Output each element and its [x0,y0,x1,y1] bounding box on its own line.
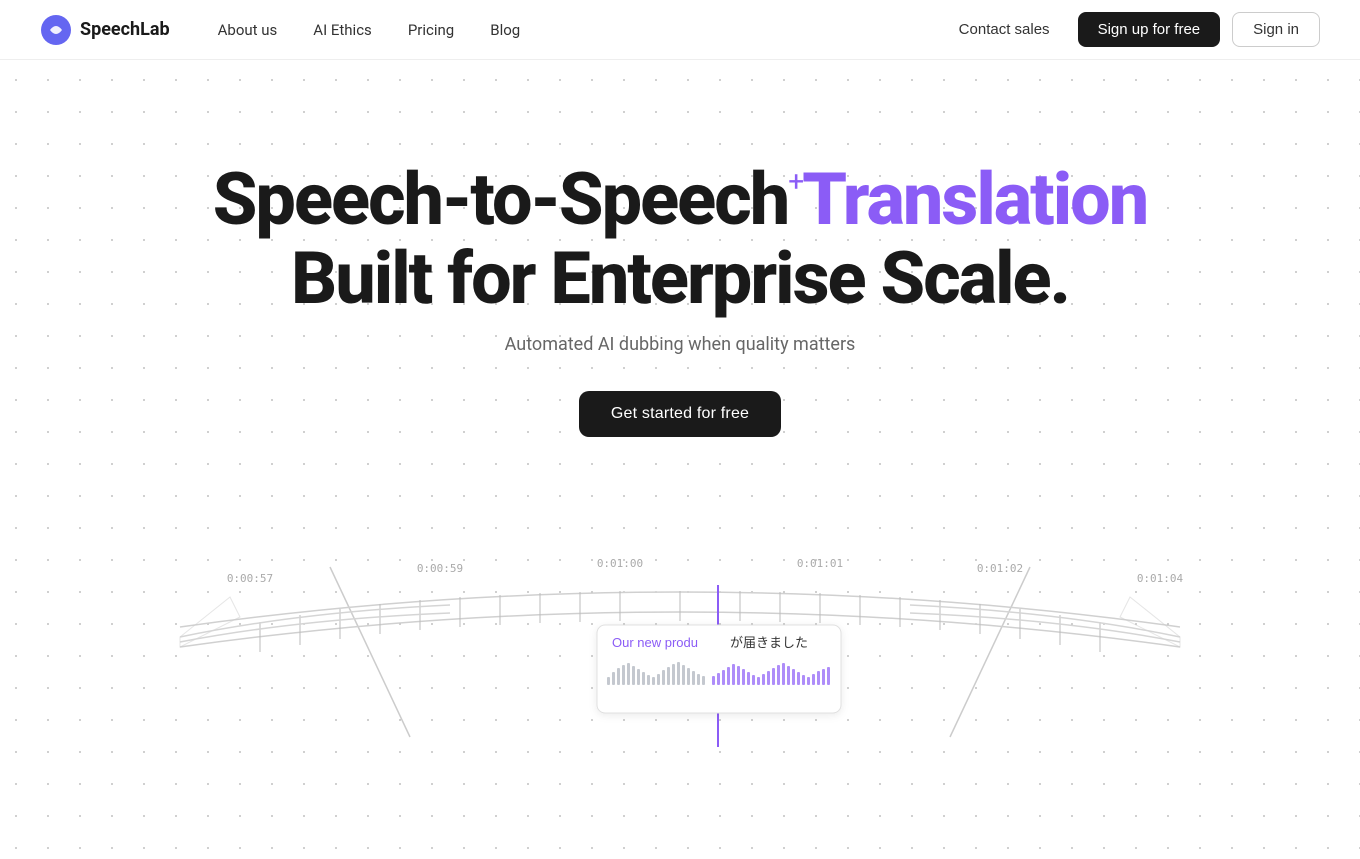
hero-title-translation: Translation [802,157,1147,242]
contact-sales-button[interactable]: Contact sales [943,13,1066,46]
hero-title-line2: Built for Enterprise Scale. [213,239,1148,318]
nav-left: SpeechLab About us AI Ethics Pricing Blo… [40,14,536,46]
nav-right: Contact sales Sign up for free Sign in [943,12,1320,47]
logo-text: SpeechLab [80,19,170,40]
nav-link-about[interactable]: About us [202,15,294,45]
hero-title-line1: Speech-to-Speech+Translation [213,160,1148,239]
hero-section: Speech-to-Speech+Translation Built for E… [0,60,1360,477]
timeline-wrapper: 0:00:57 0:00:59 0:01:00 0:01:01 0:01:02 … [100,537,1260,757]
svg-text:が届きました: が届きました [730,635,808,650]
hero-title-prefix: Speech-to-Speech [213,157,788,242]
signin-button[interactable]: Sign in [1232,12,1320,47]
svg-text:0:01:01: 0:01:01 [797,557,843,570]
logo-icon [40,14,72,46]
svg-text:0:01:02: 0:01:02 [977,562,1023,575]
logo[interactable]: SpeechLab [40,14,170,46]
svg-text:0:01:00: 0:01:00 [597,557,643,570]
hero-subtitle: Automated AI dubbing when quality matter… [505,334,856,355]
svg-text:0:00:57: 0:00:57 [227,572,273,585]
nav-links: About us AI Ethics Pricing Blog [202,15,537,45]
hero-plus: + [788,165,802,198]
nav-link-blog[interactable]: Blog [474,15,536,45]
svg-text:0:01:04: 0:01:04 [1137,572,1184,585]
cta-button[interactable]: Get started for free [579,391,781,437]
nav-link-ai-ethics[interactable]: AI Ethics [297,15,388,45]
svg-text:Our new produ: Our new produ [612,635,698,650]
hero-title: Speech-to-Speech+Translation Built for E… [213,160,1148,318]
nav-link-pricing[interactable]: Pricing [392,15,470,45]
svg-text:0:00:59: 0:00:59 [417,562,463,575]
timeline-visual: 0:00:57 0:00:59 0:01:00 0:01:01 0:01:02 … [0,537,1360,757]
signup-button[interactable]: Sign up for free [1078,12,1221,47]
navbar: SpeechLab About us AI Ethics Pricing Blo… [0,0,1360,60]
timeline-rail-svg: 0:00:57 0:00:59 0:01:00 0:01:01 0:01:02 … [100,537,1260,757]
